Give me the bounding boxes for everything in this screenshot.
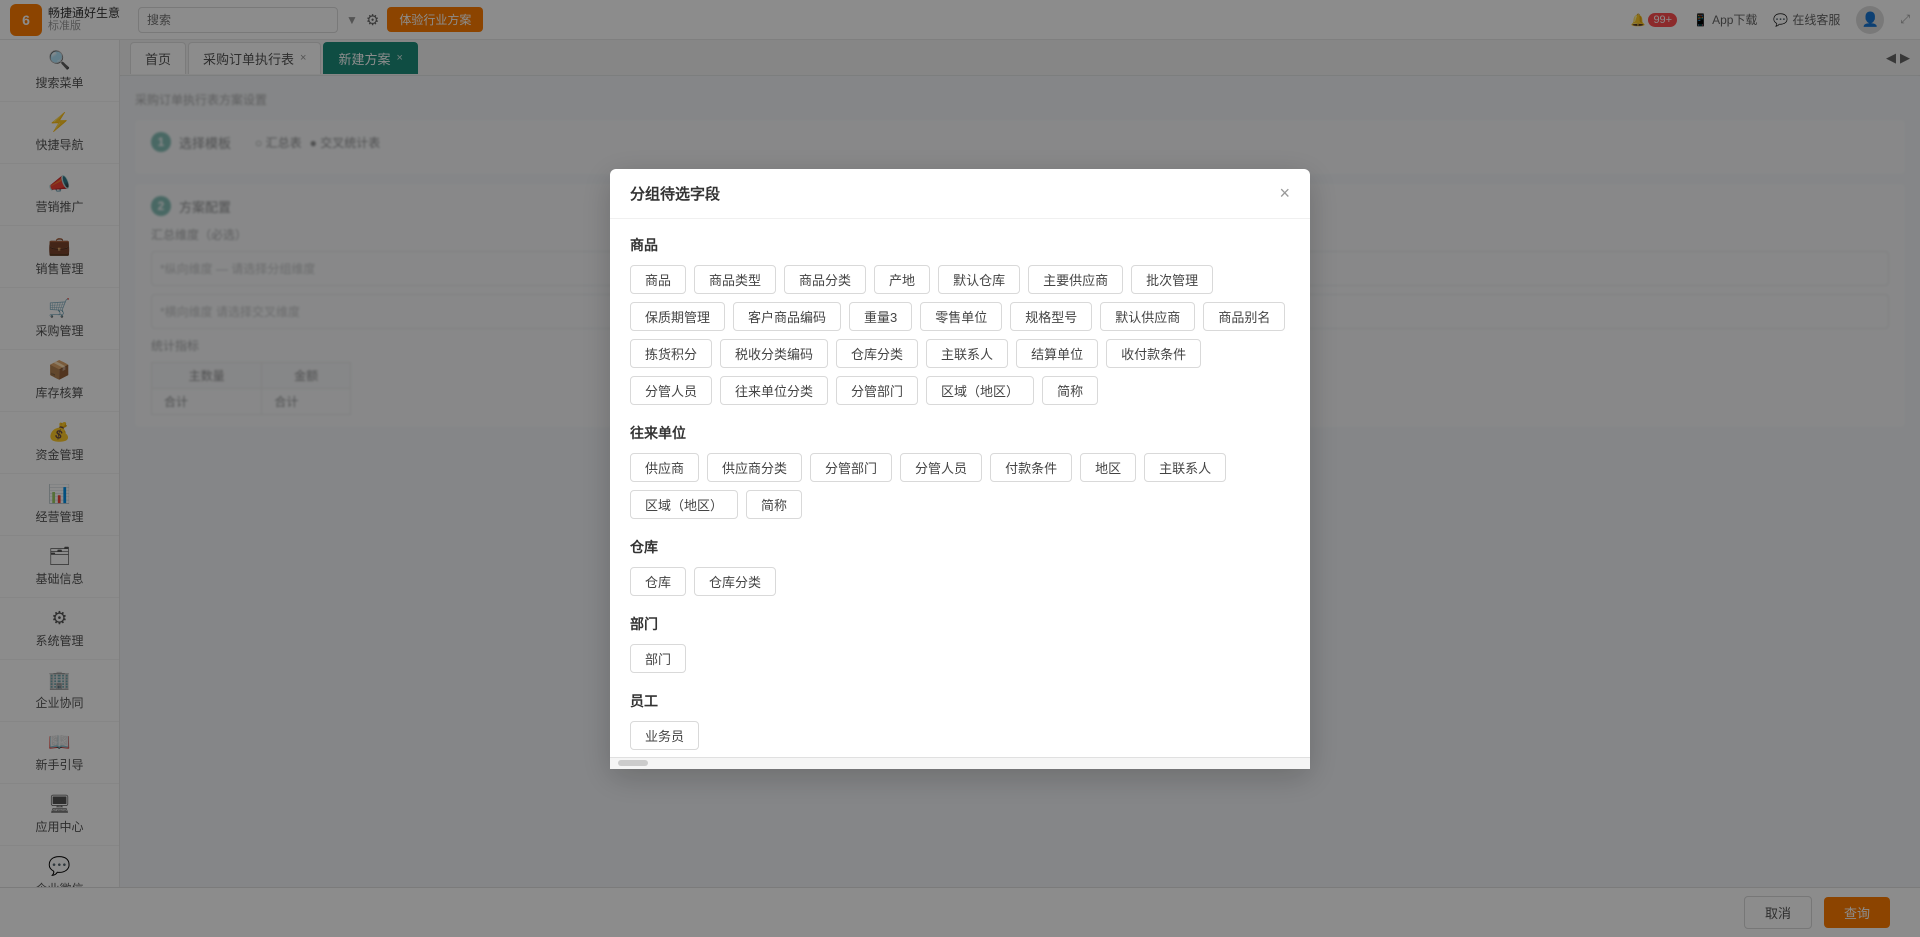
field-tag-0-2[interactable]: 商品分类 <box>784 265 866 294</box>
field-tag-0-17[interactable]: 主联系人 <box>926 339 1008 368</box>
field-tag-0-5[interactable]: 主要供应商 <box>1028 265 1123 294</box>
field-tag-0-3[interactable]: 产地 <box>874 265 930 294</box>
field-tag-0-15[interactable]: 税收分类编码 <box>720 339 828 368</box>
field-tag-1-7[interactable]: 区域（地区） <box>630 490 738 519</box>
category-title-4: 员工 <box>630 691 1290 711</box>
category-4: 员工业务员 <box>630 691 1290 750</box>
category-title-2: 仓库 <box>630 537 1290 557</box>
category-3: 部门部门 <box>630 614 1290 673</box>
field-tag-0-23[interactable]: 区域（地区） <box>926 376 1034 405</box>
modal-body[interactable]: 商品商品商品类型商品分类产地默认仓库主要供应商批次管理保质期管理客户商品编码重量… <box>610 219 1310 757</box>
category-0: 商品商品商品类型商品分类产地默认仓库主要供应商批次管理保质期管理客户商品编码重量… <box>630 235 1290 405</box>
category-2: 仓库仓库仓库分类 <box>630 537 1290 596</box>
field-tag-4-0[interactable]: 业务员 <box>630 721 699 750</box>
field-tag-1-5[interactable]: 地区 <box>1080 453 1136 482</box>
field-tag-0-22[interactable]: 分管部门 <box>836 376 918 405</box>
field-tag-1-3[interactable]: 分管人员 <box>900 453 982 482</box>
category-title-0: 商品 <box>630 235 1290 255</box>
field-tag-0-0[interactable]: 商品 <box>630 265 686 294</box>
field-tag-0-18[interactable]: 结算单位 <box>1016 339 1098 368</box>
field-tag-0-6[interactable]: 批次管理 <box>1131 265 1213 294</box>
hscroll-thumb <box>618 760 648 766</box>
modal-title: 分组待选字段 <box>630 183 720 204</box>
field-tag-1-2[interactable]: 分管部门 <box>810 453 892 482</box>
field-tag-1-1[interactable]: 供应商分类 <box>707 453 802 482</box>
field-tag-0-21[interactable]: 往来单位分类 <box>720 376 828 405</box>
field-tag-3-0[interactable]: 部门 <box>630 644 686 673</box>
field-grid-1: 供应商供应商分类分管部门分管人员付款条件地区主联系人区域（地区） 简称 <box>630 453 1290 519</box>
field-grid-0: 商品商品类型商品分类产地默认仓库主要供应商批次管理保质期管理客户商品编码重量3 零… <box>630 265 1290 405</box>
field-tag-1-4[interactable]: 付款条件 <box>990 453 1072 482</box>
field-tag-0-13[interactable]: 商品别名 <box>1203 302 1285 331</box>
modal-header: 分组待选字段 × <box>610 169 1310 219</box>
field-select-modal: 分组待选字段 × 商品商品商品类型商品分类产地默认仓库主要供应商批次管理保质期管… <box>610 169 1310 769</box>
field-tag-0-4[interactable]: 默认仓库 <box>938 265 1020 294</box>
field-grid-4: 业务员 <box>630 721 1290 750</box>
field-tag-0-12[interactable]: 默认供应商 <box>1100 302 1195 331</box>
field-tag-1-0[interactable]: 供应商 <box>630 453 699 482</box>
field-tag-0-10[interactable]: 零售单位 <box>920 302 1002 331</box>
field-grid-3: 部门 <box>630 644 1290 673</box>
modal-close-btn[interactable]: × <box>1279 184 1290 202</box>
modal-overlay: 分组待选字段 × 商品商品商品类型商品分类产地默认仓库主要供应商批次管理保质期管… <box>0 0 1920 937</box>
field-tag-0-9[interactable]: 重量3 <box>849 302 912 331</box>
modal-hscrollbar[interactable] <box>610 757 1310 769</box>
category-title-3: 部门 <box>630 614 1290 634</box>
field-tag-0-8[interactable]: 客户商品编码 <box>733 302 841 331</box>
field-tag-0-7[interactable]: 保质期管理 <box>630 302 725 331</box>
category-title-1: 往来单位 <box>630 423 1290 443</box>
field-tag-0-19[interactable]: 收付款条件 <box>1106 339 1201 368</box>
category-1: 往来单位供应商供应商分类分管部门分管人员付款条件地区主联系人区域（地区） 简称 <box>630 423 1290 519</box>
field-tag-2-0[interactable]: 仓库 <box>630 567 686 596</box>
field-grid-2: 仓库仓库分类 <box>630 567 1290 596</box>
field-tag-1-6[interactable]: 主联系人 <box>1144 453 1226 482</box>
field-tag-2-1[interactable]: 仓库分类 <box>694 567 776 596</box>
field-tag-0-11[interactable]: 规格型号 <box>1010 302 1092 331</box>
field-tag-1-8[interactable]: 简称 <box>746 490 802 519</box>
field-tag-0-1[interactable]: 商品类型 <box>694 265 776 294</box>
field-tag-0-24[interactable]: 简称 <box>1042 376 1098 405</box>
field-tag-0-14[interactable]: 拣货积分 <box>630 339 712 368</box>
field-tag-0-16[interactable]: 仓库分类 <box>836 339 918 368</box>
field-tag-0-20[interactable]: 分管人员 <box>630 376 712 405</box>
